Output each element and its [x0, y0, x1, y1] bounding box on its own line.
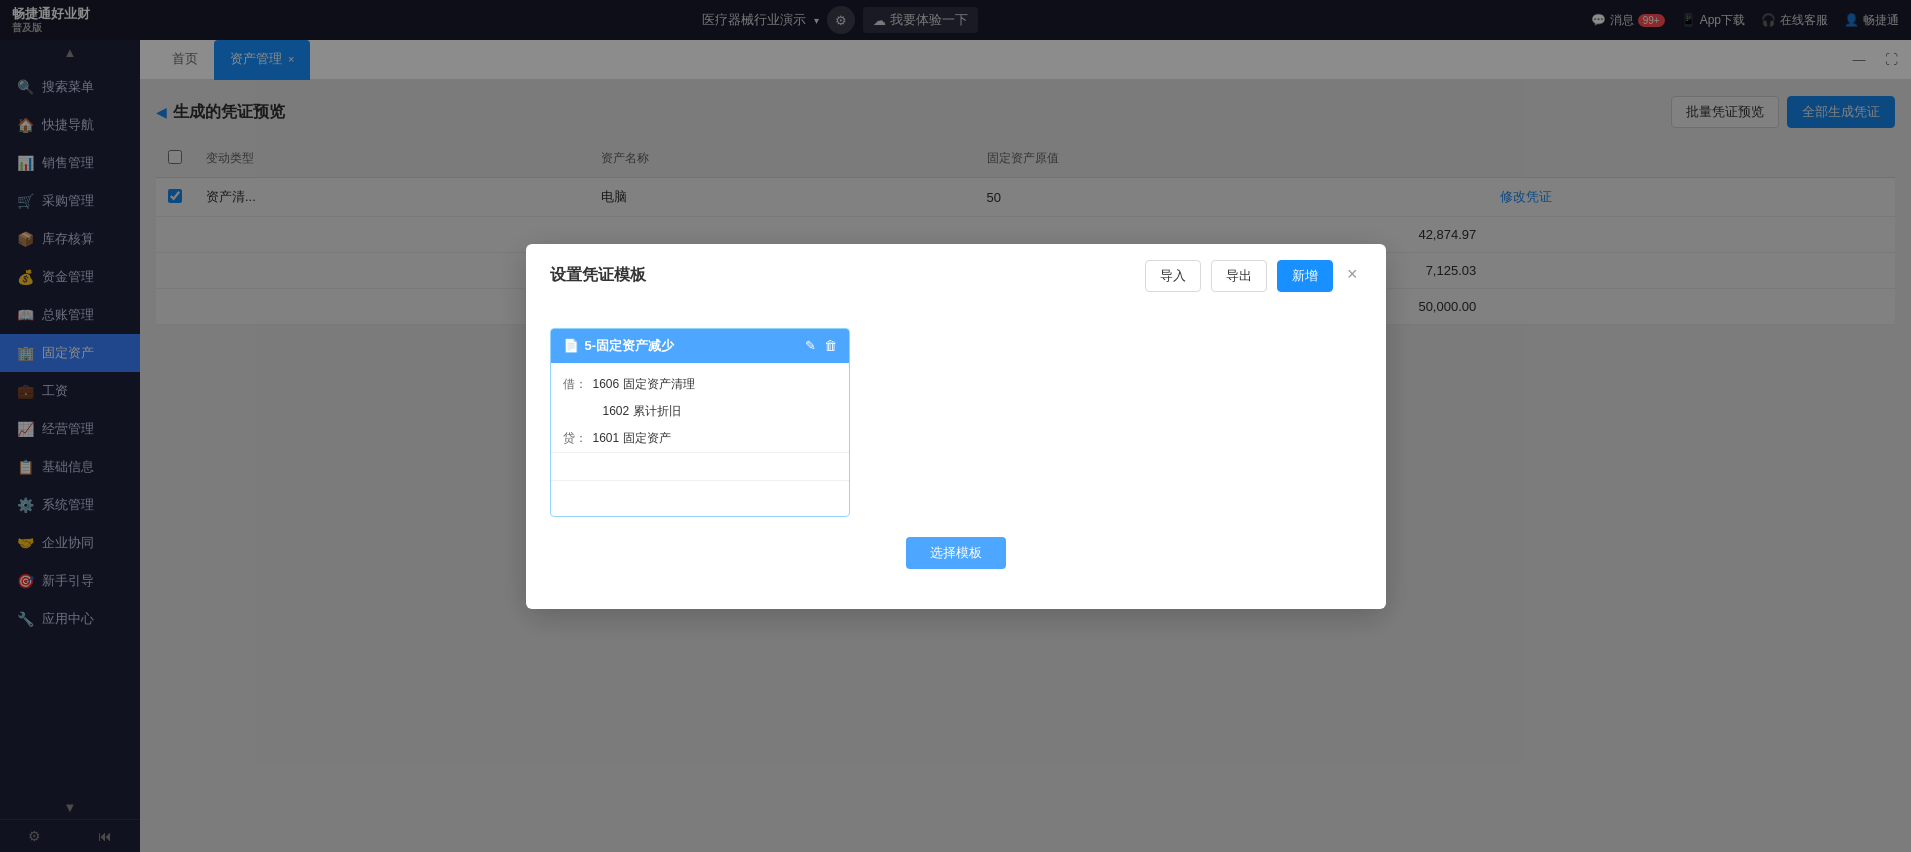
- modal-body: 📄 5-固定资产减少 ✎ 🗑 借： 1606 固定资产清理: [526, 308, 1386, 609]
- modal-close-button[interactable]: ×: [1343, 260, 1362, 292]
- debit-name-1: 固定资产清理: [623, 376, 695, 393]
- template-card-title: 📄 5-固定资产减少: [563, 337, 675, 355]
- modal-set-voucher-template: 设置凭证模板 导入 导出 新增 × 📄 5-固定资产减少 ✎ 🗑: [526, 244, 1386, 609]
- template-card-body: 借： 1606 固定资产清理 1602 累计折旧 贷： 1601 固定资产: [551, 363, 849, 516]
- modal-title: 设置凭证模板: [550, 265, 646, 286]
- template-edit-icon[interactable]: ✎: [805, 338, 816, 353]
- template-card-actions: ✎ 🗑: [805, 338, 837, 353]
- debit-label: 借：: [563, 376, 593, 393]
- modal-header-actions: 导入 导出 新增 ×: [1145, 260, 1362, 292]
- debit-name-2: 累计折旧: [633, 403, 681, 420]
- credit-entry-1: 贷： 1601 固定资产: [551, 425, 849, 452]
- credit-name-1: 固定资产: [623, 430, 671, 447]
- modal-header: 设置凭证模板 导入 导出 新增 ×: [526, 244, 1386, 308]
- debit-code-1: 1606: [593, 377, 620, 391]
- export-button[interactable]: 导出: [1211, 260, 1267, 292]
- credit-code-1: 1601: [593, 431, 620, 445]
- template-card[interactable]: 📄 5-固定资产减少 ✎ 🗑 借： 1606 固定资产清理: [550, 328, 850, 517]
- template-empty-row-2: [551, 480, 849, 508]
- template-doc-icon: 📄: [563, 338, 579, 353]
- credit-label: 贷：: [563, 430, 593, 447]
- import-button[interactable]: 导入: [1145, 260, 1201, 292]
- debit-entry-2: 1602 累计折旧: [551, 398, 849, 425]
- modal-overlay: 设置凭证模板 导入 导出 新增 × 📄 5-固定资产减少 ✎ 🗑: [0, 0, 1911, 852]
- select-template-button[interactable]: 选择模板: [906, 537, 1006, 569]
- template-card-header: 📄 5-固定资产减少 ✎ 🗑: [551, 329, 849, 363]
- debit-code-2: 1602: [603, 404, 630, 418]
- template-empty-row: [551, 452, 849, 480]
- template-full-label: 5-固定资产减少: [585, 337, 675, 355]
- debit-entry-1: 借： 1606 固定资产清理: [551, 371, 849, 398]
- template-delete-icon[interactable]: 🗑: [824, 338, 837, 353]
- new-button[interactable]: 新增: [1277, 260, 1333, 292]
